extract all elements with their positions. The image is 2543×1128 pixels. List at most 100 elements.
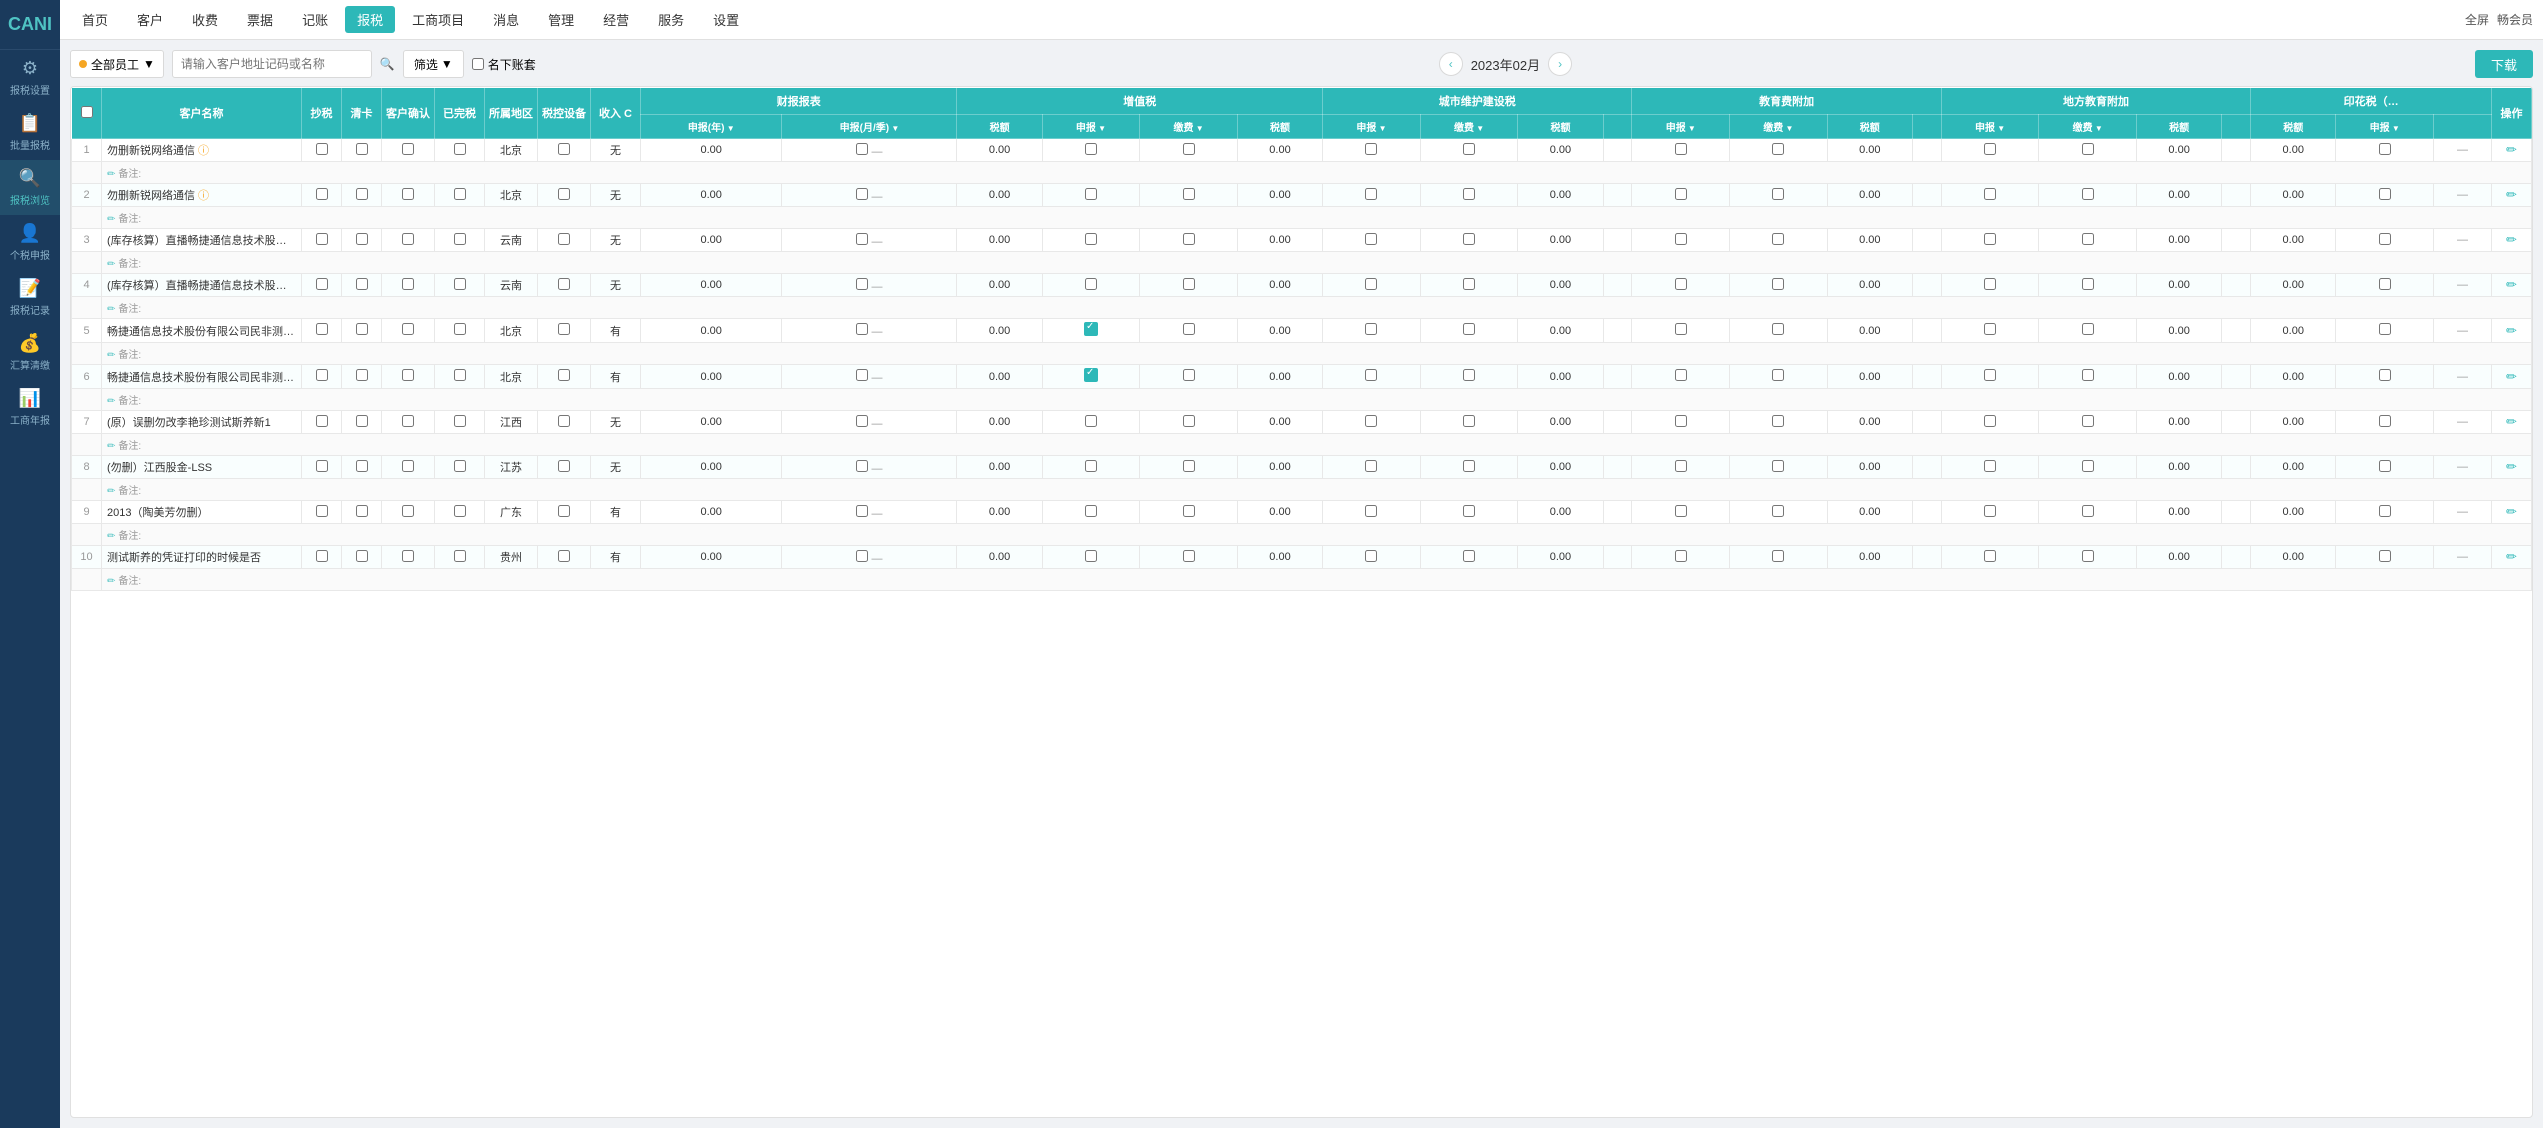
nav-guanli[interactable]: 管理 — [536, 6, 586, 33]
cs-sb-cb[interactable] — [1365, 323, 1377, 335]
employee-select[interactable]: 全部员工 ▼ — [70, 50, 164, 78]
yh-sb-cell[interactable] — [2336, 411, 2434, 434]
qingka-cell[interactable] — [342, 319, 382, 343]
paid-cell[interactable] — [435, 365, 485, 389]
jy-jf-cell[interactable] — [1730, 365, 1828, 389]
cs-sb-cb[interactable] — [1365, 143, 1377, 155]
zzs-sb-cell[interactable] — [1042, 456, 1140, 479]
paid-cb[interactable] — [454, 323, 466, 335]
cs-sb-cb[interactable] — [1365, 550, 1377, 562]
yh-sb-cb[interactable] — [2379, 278, 2391, 290]
edit-icon[interactable]: ✏ — [2506, 369, 2517, 384]
jy-jf-cb[interactable] — [1772, 188, 1784, 200]
nav-fuwu[interactable]: 服务 — [646, 6, 696, 33]
yh-sb-cell[interactable] — [2336, 274, 2434, 297]
action-cell[interactable]: ✏ — [2492, 319, 2532, 343]
df-sb-cell[interactable] — [1941, 411, 2039, 434]
action-cell[interactable]: ✏ — [2492, 139, 2532, 162]
yh-sb-cell[interactable] — [2336, 456, 2434, 479]
cs-sb-cell[interactable] — [1323, 365, 1421, 389]
edit-icon[interactable]: ✏ — [2506, 277, 2517, 292]
cwbb-month-cb[interactable] — [856, 369, 868, 381]
device-cb[interactable] — [558, 505, 570, 517]
jy-sb-cell[interactable] — [1632, 546, 1730, 569]
yh-sb-cb[interactable] — [2379, 460, 2391, 472]
zzs-jf-cb[interactable] — [1183, 460, 1195, 472]
cs-jf-cell[interactable] — [1420, 274, 1518, 297]
qingka-cb[interactable] — [356, 188, 368, 200]
yh-sb-cell[interactable] — [2336, 229, 2434, 252]
nav-shezhi[interactable]: 设置 — [701, 6, 751, 33]
cs-sb-cb[interactable] — [1365, 233, 1377, 245]
df-jf-cb[interactable] — [2082, 550, 2094, 562]
next-month-btn[interactable]: › — [1548, 52, 1572, 76]
confirm-cell[interactable] — [382, 319, 435, 343]
nav-baoshui[interactable]: 报税 — [345, 6, 395, 33]
zzs-sb-cell[interactable] — [1042, 319, 1140, 343]
df-jf-cell[interactable] — [2039, 456, 2137, 479]
cwbb-month-cb[interactable] — [856, 278, 868, 290]
cwbb-month-cb[interactable] — [856, 460, 868, 472]
df-sb-cb[interactable] — [1984, 460, 1996, 472]
paid-cell[interactable] — [435, 456, 485, 479]
chaoshui-cell[interactable] — [302, 274, 342, 297]
cs-sb-cb[interactable] — [1365, 278, 1377, 290]
jy-sb-cb[interactable] — [1675, 278, 1687, 290]
df-jf-cell[interactable] — [2039, 411, 2137, 434]
qingka-cb[interactable] — [356, 278, 368, 290]
chaoshui-cb[interactable] — [316, 415, 328, 427]
nav-xiaoxi[interactable]: 消息 — [481, 6, 531, 33]
nav-home[interactable]: 首页 — [70, 6, 120, 33]
df-sb-cell[interactable] — [1941, 184, 2039, 207]
df-jf-cb[interactable] — [2082, 369, 2094, 381]
device-cell[interactable] — [538, 456, 591, 479]
info-icon[interactable]: ⓘ — [297, 326, 302, 338]
zzs-sb-cb[interactable] — [1085, 460, 1097, 472]
cs-sb-cell[interactable] — [1323, 139, 1421, 162]
cs-jf-cell[interactable] — [1420, 365, 1518, 389]
zzs-jf-cell[interactable] — [1140, 139, 1238, 162]
df-jf-cell[interactable] — [2039, 274, 2137, 297]
jy-jf-cell[interactable] — [1730, 501, 1828, 524]
jy-sb-cb[interactable] — [1675, 460, 1687, 472]
df-sb-cell[interactable] — [1941, 365, 2039, 389]
cs-sb-cell[interactable] — [1323, 229, 1421, 252]
sidebar-item-baoshuishezhi[interactable]: ⚙ 报税设置 — [0, 50, 60, 105]
zzs-jf-cell[interactable] — [1140, 274, 1238, 297]
zzs-sb-cb[interactable] — [1085, 278, 1097, 290]
jy-jf-cb[interactable] — [1772, 550, 1784, 562]
paid-cell[interactable] — [435, 411, 485, 434]
jy-jf-cb[interactable] — [1772, 278, 1784, 290]
cs-sb-cell[interactable] — [1323, 184, 1421, 207]
yh-sb-cell[interactable] — [2336, 139, 2434, 162]
device-cb[interactable] — [558, 278, 570, 290]
chaoshui-cb[interactable] — [316, 369, 328, 381]
zzs-jf-cell[interactable] — [1140, 456, 1238, 479]
jy-jf-cb[interactable] — [1772, 505, 1784, 517]
cwbb-month-cb[interactable] — [856, 505, 868, 517]
th-sub-df-sb[interactable]: 申报 — [1941, 115, 2039, 139]
paid-cb[interactable] — [454, 233, 466, 245]
device-cell[interactable] — [538, 274, 591, 297]
chaoshui-cb[interactable] — [316, 550, 328, 562]
jy-jf-cell[interactable] — [1730, 319, 1828, 343]
df-sb-cb[interactable] — [1984, 278, 1996, 290]
edit-icon[interactable]: ✏ — [2506, 549, 2517, 564]
df-jf-cb[interactable] — [2082, 233, 2094, 245]
df-jf-cb[interactable] — [2082, 143, 2094, 155]
action-cell[interactable]: ✏ — [2492, 456, 2532, 479]
yh-sb-cb[interactable] — [2379, 415, 2391, 427]
paid-cell[interactable] — [435, 184, 485, 207]
confirm-cell[interactable] — [382, 139, 435, 162]
zzs-jf-cb[interactable] — [1183, 415, 1195, 427]
th-sub-jy-sb[interactable]: 申报 — [1632, 115, 1730, 139]
device-cb[interactable] — [558, 188, 570, 200]
jy-jf-cb[interactable] — [1772, 460, 1784, 472]
yh-sb-cb[interactable] — [2379, 188, 2391, 200]
jy-jf-cb[interactable] — [1772, 415, 1784, 427]
device-cell[interactable] — [538, 319, 591, 343]
th-sub-yh-sb[interactable]: 申报 — [2336, 115, 2434, 139]
jy-jf-cb[interactable] — [1772, 369, 1784, 381]
df-jf-cell[interactable] — [2039, 184, 2137, 207]
zzs-jf-cb[interactable] — [1183, 505, 1195, 517]
